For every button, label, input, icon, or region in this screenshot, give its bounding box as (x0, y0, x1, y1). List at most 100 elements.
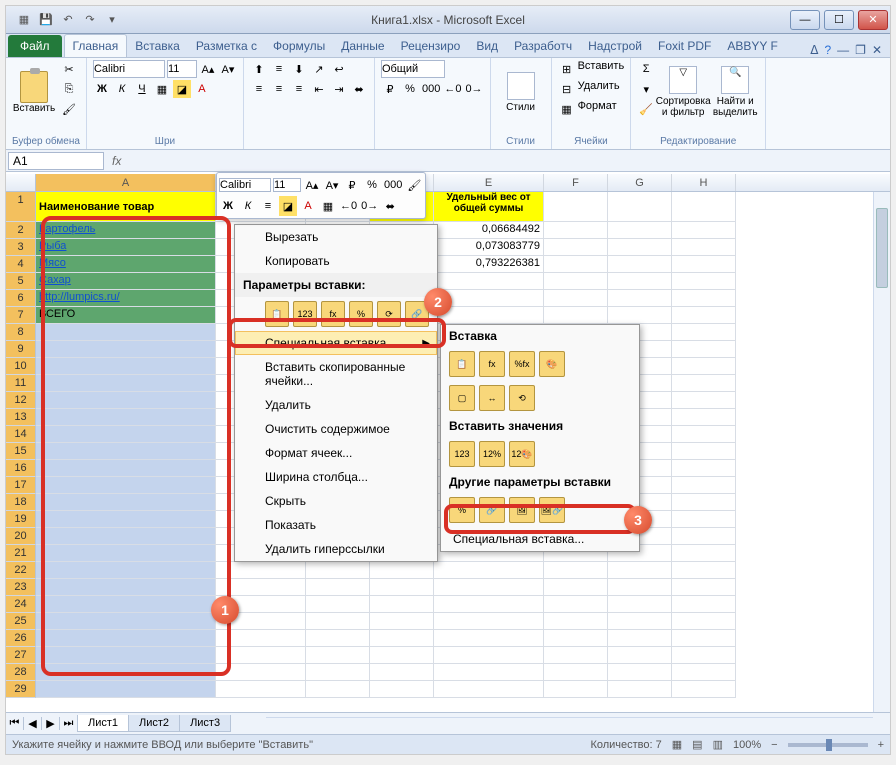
cell[interactable] (608, 192, 672, 222)
font-name-select[interactable] (93, 60, 165, 78)
cell[interactable] (36, 375, 216, 392)
sheet-nav-first[interactable]: ⏮ (6, 717, 24, 730)
cell[interactable]: Наименование товар (36, 192, 216, 222)
row-header[interactable]: 13 (6, 409, 36, 426)
cell[interactable] (672, 192, 736, 222)
row-header[interactable]: 11 (6, 375, 36, 392)
view-normal-icon[interactable]: ▦ (672, 738, 682, 751)
tab-insert[interactable]: Вставка (127, 35, 188, 57)
cell[interactable] (544, 307, 608, 324)
sub-picture-icon[interactable]: 🖼 (509, 497, 535, 523)
align-left-icon[interactable]: ≡ (250, 80, 268, 98)
cell[interactable] (672, 596, 736, 613)
cell[interactable] (434, 647, 544, 664)
row-header[interactable]: 10 (6, 358, 36, 375)
name-box[interactable] (8, 152, 104, 170)
close-button[interactable]: ✕ (858, 10, 888, 30)
cell[interactable] (36, 511, 216, 528)
align-top-icon[interactable]: ⬆ (250, 60, 268, 78)
italic-icon[interactable]: К (113, 80, 131, 98)
mini-font-name[interactable] (219, 178, 271, 192)
cell[interactable]: 0,793226381 (434, 256, 544, 273)
minimize-ribbon-icon[interactable]: ᐃ (810, 43, 818, 57)
tab-developer[interactable]: Разработч (506, 35, 580, 57)
row-header[interactable]: 26 (6, 630, 36, 647)
cell[interactable] (608, 256, 672, 273)
row-header[interactable]: 1 (6, 192, 36, 222)
cell[interactable] (672, 613, 736, 630)
cell[interactable] (306, 647, 370, 664)
cell[interactable] (306, 596, 370, 613)
row-header[interactable]: 18 (6, 494, 36, 511)
cell[interactable] (672, 392, 736, 409)
insert-cells-button[interactable]: Вставить (578, 60, 625, 78)
cell[interactable] (544, 273, 608, 290)
cell[interactable] (544, 290, 608, 307)
sub-paste-formulas-fmt-icon[interactable]: %fx (509, 351, 535, 377)
save-icon[interactable]: 💾 (36, 10, 56, 30)
row-header[interactable]: 17 (6, 477, 36, 494)
sub-values-icon[interactable]: 123 (449, 441, 475, 467)
sub-linked-picture-icon[interactable]: 🖼🔗 (539, 497, 565, 523)
styles-button[interactable]: Стили (497, 60, 545, 124)
cell[interactable] (608, 239, 672, 256)
cell[interactable]: http://lumpics.ru/ (36, 290, 216, 307)
sub-paste-special-item[interactable]: Специальная вставка... (441, 527, 639, 551)
copy-icon[interactable]: ⎘ (60, 80, 78, 98)
format-cells-button[interactable]: Формат (578, 100, 617, 118)
mini-align-icon[interactable]: ≡ (259, 196, 277, 216)
cell[interactable] (672, 647, 736, 664)
sub-link-icon[interactable]: 🔗 (479, 497, 505, 523)
cell[interactable] (544, 664, 608, 681)
cell[interactable] (608, 273, 672, 290)
row-header[interactable]: 21 (6, 545, 36, 562)
cell[interactable]: Рыба (36, 239, 216, 256)
align-center-icon[interactable]: ≡ (270, 80, 288, 98)
cell[interactable] (672, 341, 736, 358)
currency-icon[interactable]: ₽ (381, 80, 399, 98)
select-all-corner[interactable] (6, 174, 36, 191)
cell[interactable] (306, 630, 370, 647)
row-header[interactable]: 14 (6, 426, 36, 443)
mini-currency-icon[interactable]: ₽ (343, 175, 361, 195)
cell[interactable] (672, 375, 736, 392)
tab-data[interactable]: Данные (333, 35, 392, 57)
col-header-e[interactable]: E (434, 174, 544, 191)
cell[interactable] (544, 647, 608, 664)
align-bottom-icon[interactable]: ⬇ (290, 60, 308, 78)
cell[interactable] (434, 562, 544, 579)
cell[interactable] (672, 426, 736, 443)
mini-comma-icon[interactable]: 000 (383, 175, 403, 195)
cell[interactable] (36, 443, 216, 460)
col-header-f[interactable]: F (544, 174, 608, 191)
cell[interactable] (306, 613, 370, 630)
vertical-scrollbar[interactable] (873, 192, 890, 712)
ctx-hide[interactable]: Скрыть (235, 489, 437, 513)
sheet-nav-prev[interactable]: ◀ (24, 717, 42, 730)
cell[interactable] (36, 528, 216, 545)
cell[interactable] (36, 545, 216, 562)
sheet-tab-1[interactable]: Лист1 (77, 715, 129, 732)
cell[interactable] (36, 664, 216, 681)
font-color-icon[interactable]: A (193, 80, 211, 98)
cell[interactable] (36, 647, 216, 664)
row-header[interactable]: 27 (6, 647, 36, 664)
qat-more-icon[interactable]: ▾ (102, 10, 122, 30)
cell[interactable] (434, 307, 544, 324)
sub-values-srcfmt-icon[interactable]: 12🎨 (509, 441, 535, 467)
cell[interactable] (672, 443, 736, 460)
sub-values-numfmt-icon[interactable]: 12% (479, 441, 505, 467)
mini-merge-icon[interactable]: ⬌ (381, 196, 399, 216)
number-format-select[interactable] (381, 60, 445, 78)
horizontal-scrollbar[interactable] (266, 717, 873, 734)
cell[interactable] (36, 494, 216, 511)
format-cells-icon[interactable]: ▦ (558, 100, 576, 118)
row-header[interactable]: 6 (6, 290, 36, 307)
mini-font-size[interactable] (273, 178, 301, 192)
fx-icon[interactable]: fx (106, 154, 127, 168)
cell[interactable] (434, 664, 544, 681)
row-header[interactable]: 9 (6, 341, 36, 358)
grow-font-icon[interactable]: A▴ (199, 60, 217, 78)
tab-layout[interactable]: Разметка с (188, 35, 265, 57)
mini-italic-icon[interactable]: К (239, 196, 257, 216)
